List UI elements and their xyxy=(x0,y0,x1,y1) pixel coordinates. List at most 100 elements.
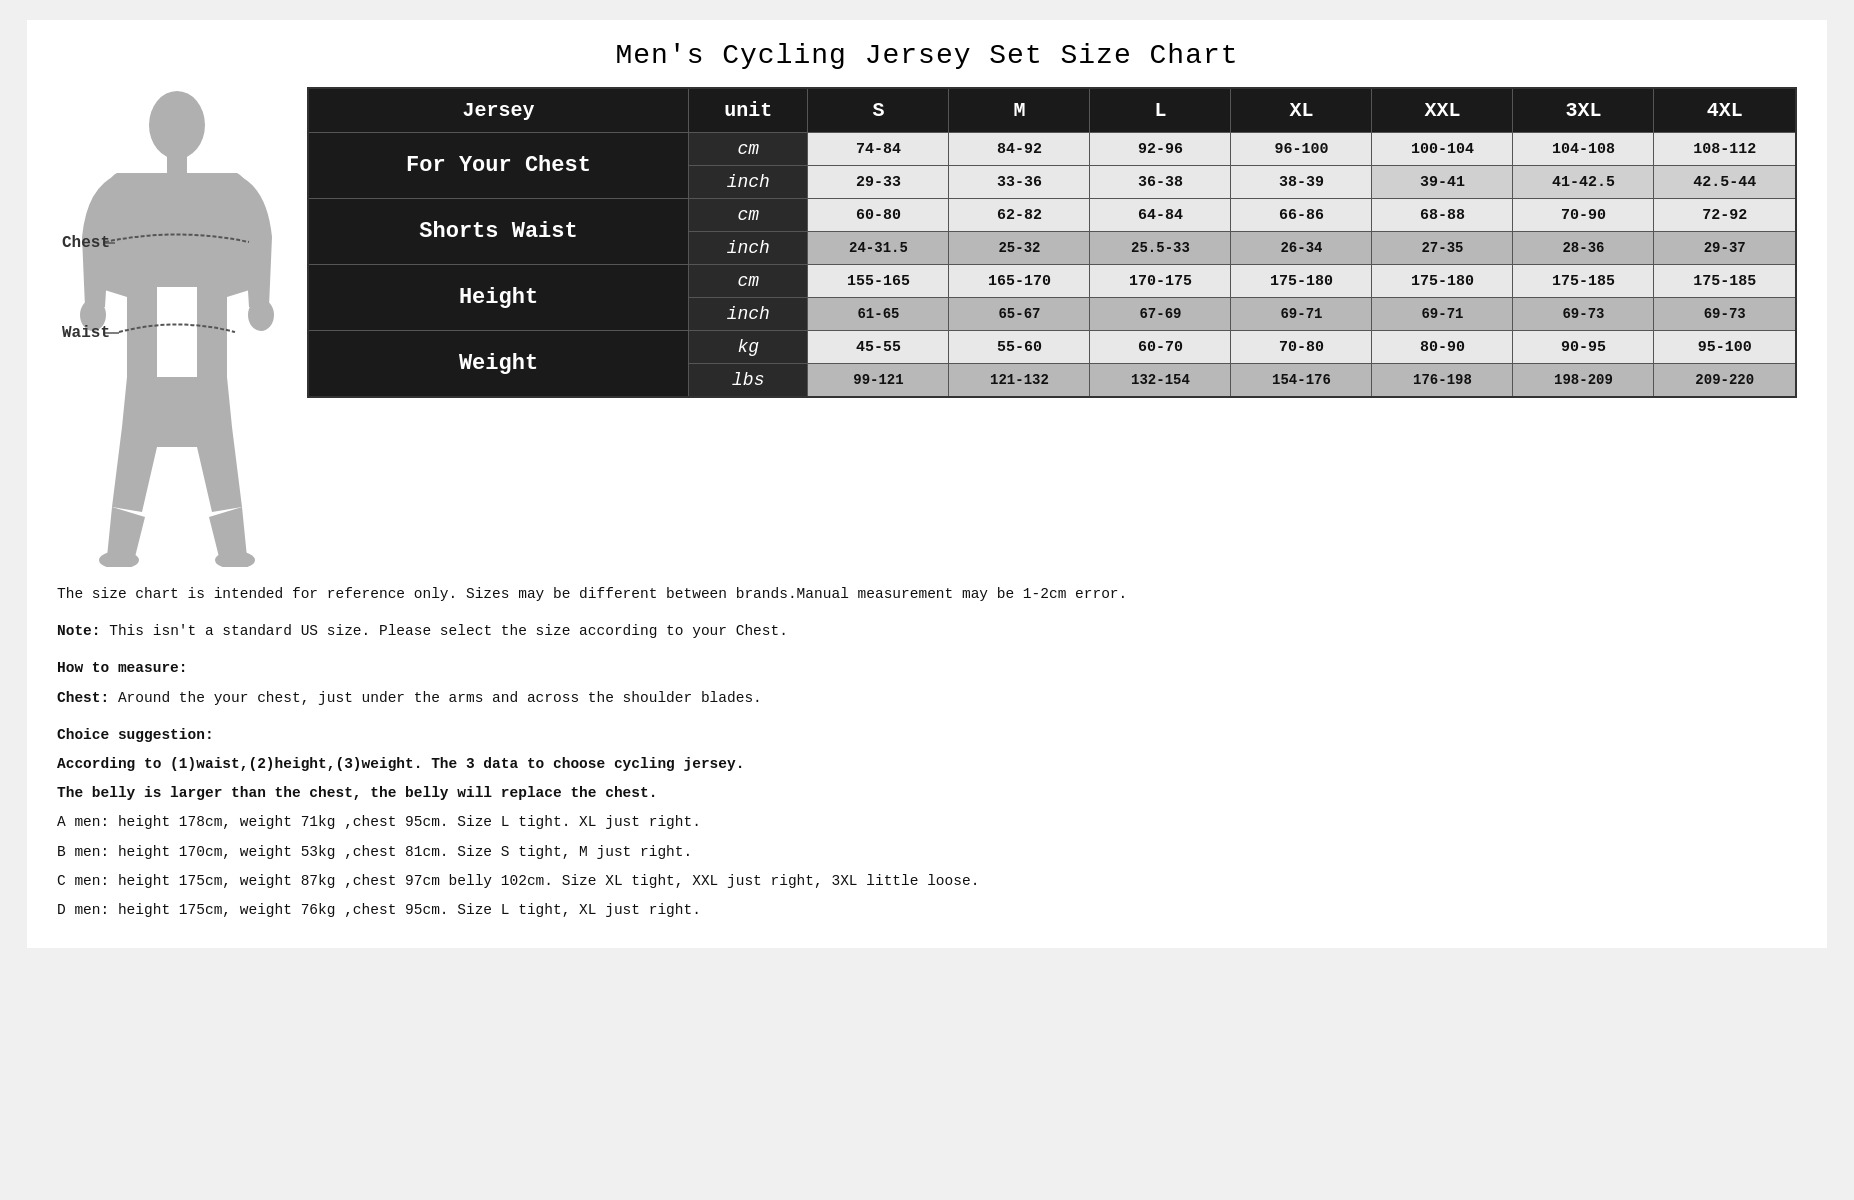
waist-inch-3xl: 28-36 xyxy=(1513,232,1654,265)
svg-point-3 xyxy=(248,299,274,331)
height-inch-l: 67-69 xyxy=(1090,298,1231,331)
height-category: Height xyxy=(308,265,689,331)
chest-measure-label: Chest: xyxy=(57,690,109,706)
chest-inch-unit: inch xyxy=(689,166,808,199)
example-d: D men: height 175cm, weight 76kg ,chest … xyxy=(57,899,1797,922)
waist-cm-m: 62-82 xyxy=(949,199,1090,232)
note-text: This isn't a standard US size. Please se… xyxy=(101,623,788,639)
table-container: Jersey unit S M L XL XXL 3XL 4XL For You… xyxy=(307,87,1797,398)
figure-container: Chest Waist xyxy=(57,87,297,567)
weight-kg-4xl: 95-100 xyxy=(1654,331,1796,364)
svg-rect-1 xyxy=(167,155,187,173)
chest-cm-xl: 96-100 xyxy=(1231,133,1372,166)
weight-category: Weight xyxy=(308,331,689,398)
weight-lbs-xxl: 176-198 xyxy=(1372,364,1513,398)
col-header-s: S xyxy=(808,88,949,133)
weight-lbs-l: 132-154 xyxy=(1090,364,1231,398)
page-title: Men's Cycling Jersey Set Size Chart xyxy=(57,40,1797,71)
col-header-jersey: Jersey xyxy=(308,88,689,133)
height-cm-unit: cm xyxy=(689,265,808,298)
chest-inch-xxl: 39-41 xyxy=(1372,166,1513,199)
weight-kg-s: 45-55 xyxy=(808,331,949,364)
height-inch-xxl: 69-71 xyxy=(1372,298,1513,331)
height-inch-3xl: 69-73 xyxy=(1513,298,1654,331)
waist-cm-4xl: 72-92 xyxy=(1654,199,1796,232)
height-inch-m: 65-67 xyxy=(949,298,1090,331)
col-header-4xl: 4XL xyxy=(1654,88,1796,133)
disclaimer-text: The size chart is intended for reference… xyxy=(57,583,1797,606)
waist-inch-m: 25-32 xyxy=(949,232,1090,265)
height-inch-xl: 69-71 xyxy=(1231,298,1372,331)
weight-kg-m: 55-60 xyxy=(949,331,1090,364)
content-wrapper: Chest Waist Jersey unit S M xyxy=(57,87,1797,567)
weight-lbs-4xl: 209-220 xyxy=(1654,364,1796,398)
chest-cm-s: 74-84 xyxy=(808,133,949,166)
weight-lbs-m: 121-132 xyxy=(949,364,1090,398)
height-cm-row: Height cm 155-165 165-170 170-175 175-18… xyxy=(308,265,1796,298)
height-inch-s: 61-65 xyxy=(808,298,949,331)
height-cm-l: 170-175 xyxy=(1090,265,1231,298)
body-figure: Chest Waist xyxy=(57,87,297,567)
col-header-l: L xyxy=(1090,88,1231,133)
chest-measure-text: Around the your chest, just under the ar… xyxy=(109,690,762,706)
height-cm-xxl: 175-180 xyxy=(1372,265,1513,298)
choice-line1: According to (1)waist,(2)height,(3)weigh… xyxy=(57,753,1797,776)
note-line: Note: This isn't a standard US size. Ple… xyxy=(57,620,1797,643)
how-to-measure-label: How to measure: xyxy=(57,657,1797,680)
height-inch-4xl: 69-73 xyxy=(1654,298,1796,331)
waist-inch-unit: inch xyxy=(689,232,808,265)
weight-lbs-3xl: 198-209 xyxy=(1513,364,1654,398)
weight-lbs-unit: lbs xyxy=(689,364,808,398)
waist-inch-l: 25.5-33 xyxy=(1090,232,1231,265)
weight-kg-l: 60-70 xyxy=(1090,331,1231,364)
note-label: Note: xyxy=(57,623,101,639)
col-header-unit: unit xyxy=(689,88,808,133)
chest-inch-3xl: 41-42.5 xyxy=(1513,166,1654,199)
waist-inch-xxl: 27-35 xyxy=(1372,232,1513,265)
weight-kg-row: Weight kg 45-55 55-60 60-70 70-80 80-90 … xyxy=(308,331,1796,364)
notes-section: The size chart is intended for reference… xyxy=(57,583,1797,922)
table-header-row: Jersey unit S M L XL XXL 3XL 4XL xyxy=(308,88,1796,133)
chest-inch-m: 33-36 xyxy=(949,166,1090,199)
height-cm-3xl: 175-185 xyxy=(1513,265,1654,298)
waist-category: Shorts Waist xyxy=(308,199,689,265)
waist-cm-unit: cm xyxy=(689,199,808,232)
waist-inch-xl: 26-34 xyxy=(1231,232,1372,265)
waist-inch-4xl: 29-37 xyxy=(1654,232,1796,265)
chest-inch-4xl: 42.5-44 xyxy=(1654,166,1796,199)
chest-category: For Your Chest xyxy=(308,133,689,199)
choice-line2: The belly is larger than the chest, the … xyxy=(57,782,1797,805)
col-header-xxl: XXL xyxy=(1372,88,1513,133)
waist-cm-xxl: 68-88 xyxy=(1372,199,1513,232)
chest-cm-4xl: 108-112 xyxy=(1654,133,1796,166)
example-b: B men: height 170cm, weight 53kg ,chest … xyxy=(57,841,1797,864)
waist-cm-3xl: 70-90 xyxy=(1513,199,1654,232)
col-header-xl: XL xyxy=(1231,88,1372,133)
waist-cm-s: 60-80 xyxy=(808,199,949,232)
chest-cm-row: For Your Chest cm 74-84 84-92 92-96 96-1… xyxy=(308,133,1796,166)
chest-cm-unit: cm xyxy=(689,133,808,166)
chest-inch-l: 36-38 xyxy=(1090,166,1231,199)
weight-lbs-xl: 154-176 xyxy=(1231,364,1372,398)
waist-cm-row: Shorts Waist cm 60-80 62-82 64-84 66-86 … xyxy=(308,199,1796,232)
weight-kg-xxl: 80-90 xyxy=(1372,331,1513,364)
height-cm-s: 155-165 xyxy=(808,265,949,298)
waist-inch-s: 24-31.5 xyxy=(808,232,949,265)
example-a: A men: height 178cm, weight 71kg ,chest … xyxy=(57,811,1797,834)
col-header-m: M xyxy=(949,88,1090,133)
waist-cm-l: 64-84 xyxy=(1090,199,1231,232)
height-cm-xl: 175-180 xyxy=(1231,265,1372,298)
page-container: Men's Cycling Jersey Set Size Chart xyxy=(27,20,1827,948)
weight-kg-unit: kg xyxy=(689,331,808,364)
chest-inch-s: 29-33 xyxy=(808,166,949,199)
weight-kg-xl: 70-80 xyxy=(1231,331,1372,364)
chest-label: Chest xyxy=(62,234,110,252)
waist-cm-xl: 66-86 xyxy=(1231,199,1372,232)
choice-suggestion-label: Choice suggestion: xyxy=(57,724,1797,747)
chest-cm-xxl: 100-104 xyxy=(1372,133,1513,166)
weight-kg-3xl: 90-95 xyxy=(1513,331,1654,364)
weight-lbs-s: 99-121 xyxy=(808,364,949,398)
example-c: C men: height 175cm, weight 87kg ,chest … xyxy=(57,870,1797,893)
svg-point-0 xyxy=(149,91,205,159)
chest-inch-xl: 38-39 xyxy=(1231,166,1372,199)
